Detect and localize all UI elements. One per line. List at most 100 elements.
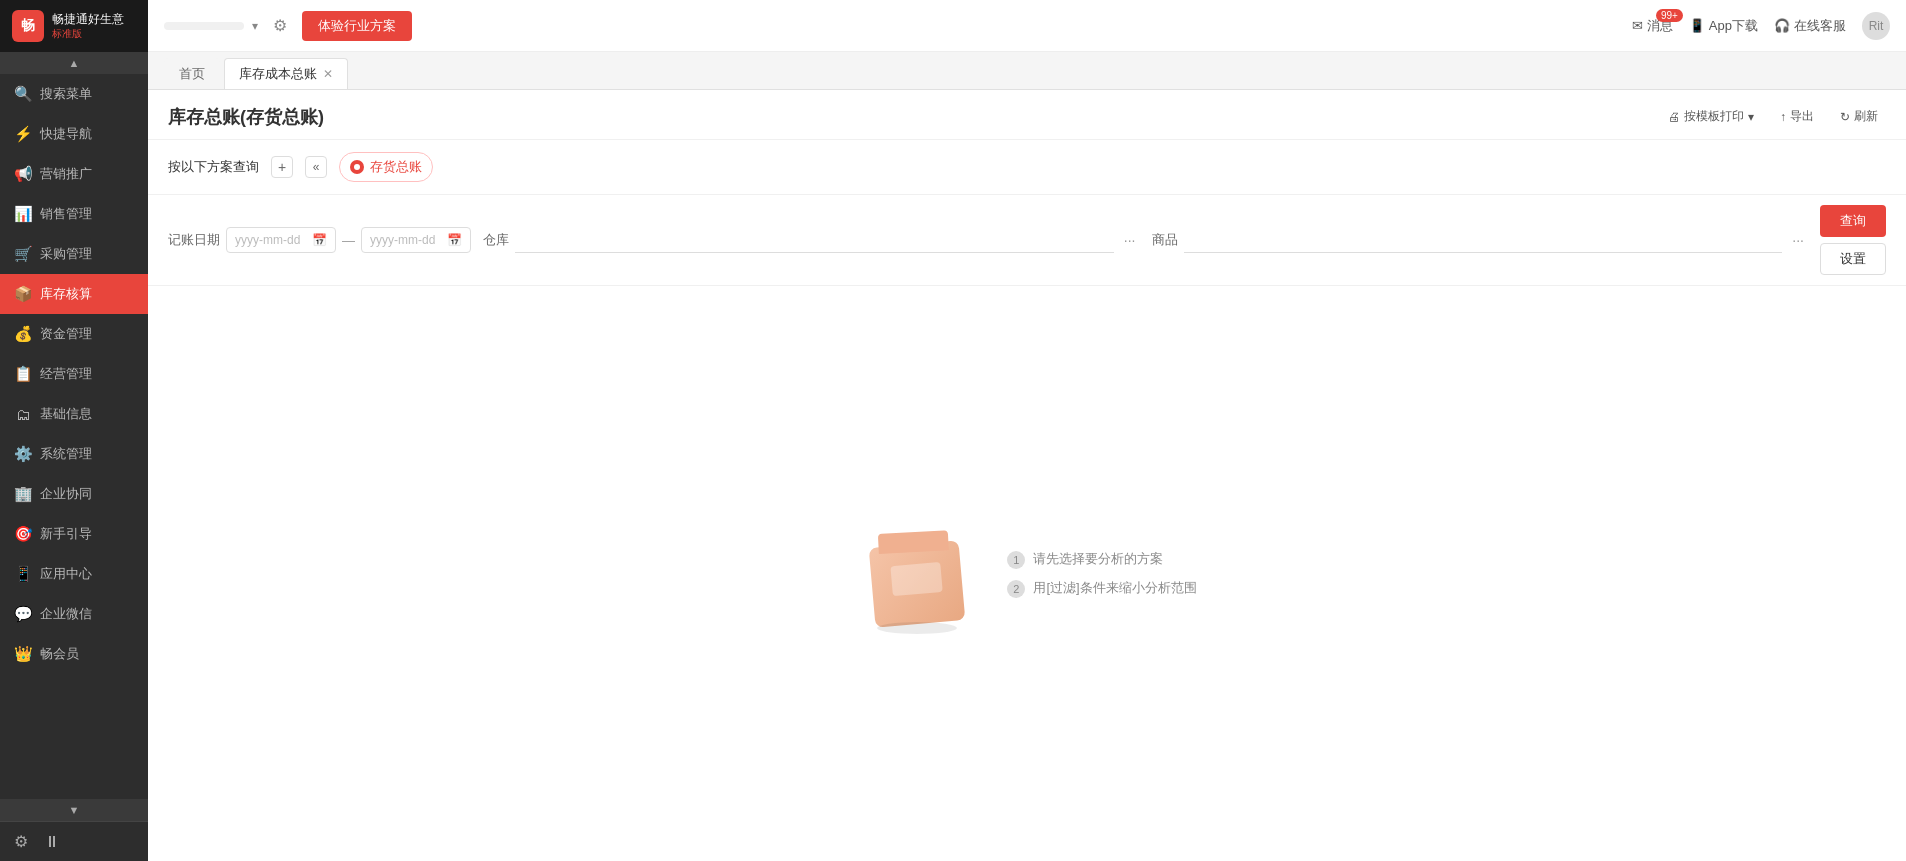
export-btn[interactable]: ↑ 导出 [1772,104,1822,129]
refresh-icon: ↻ [1840,110,1850,124]
member-icon: 👑 [14,645,32,663]
warehouse-input[interactable] [515,228,1114,253]
sidebar-scroll-down[interactable]: ▼ [0,799,148,821]
purchase-icon: 🛒 [14,245,32,263]
filter-bar-label: 按以下方案查询 [168,158,259,176]
topbar-arrow-icon[interactable]: ▾ [252,19,258,33]
system-icon: ⚙️ [14,445,32,463]
tip-num-2: 2 [1007,580,1025,598]
topbar-right: ✉ 消息 99+ 📱 App下载 🎧 在线客服 Rit [1632,12,1890,40]
settings-btn[interactable]: 设置 [1820,243,1886,275]
settings-icon[interactable]: ⚙ [14,832,28,851]
sidebar-item-inventory[interactable]: 📦 库存核算 [0,274,148,314]
add-scheme-btn[interactable]: + [271,156,293,178]
messages-btn[interactable]: ✉ 消息 99+ [1632,17,1673,35]
tab-inventory-label: 库存成本总账 [239,65,317,83]
sidebar-item-operations[interactable]: 📋 经营管理 [0,354,148,394]
tabbar: 首页 库存成本总账 ✕ [148,52,1906,90]
date-separator: — [342,233,355,248]
sidebar-item-basic-info[interactable]: 🗂 基础信息 [0,394,148,434]
sidebar-label-quick-nav: 快捷导航 [40,125,92,143]
sidebar-label-finance: 资金管理 [40,325,92,343]
tab-close-icon[interactable]: ✕ [323,68,333,80]
refresh-btn[interactable]: ↻ 刷新 [1832,104,1886,129]
message-icon: ✉ [1632,18,1643,33]
sidebar-item-search[interactable]: 🔍 搜索菜单 [0,74,148,114]
tab-home[interactable]: 首页 [164,58,220,89]
sidebar-item-newbie[interactable]: 🎯 新手引导 [0,514,148,554]
audio-icon[interactable]: ⏸ [44,833,60,851]
sidebar-item-system[interactable]: ⚙️ 系统管理 [0,434,148,474]
print-arrow-icon: ▾ [1748,110,1754,124]
warehouse-filter: 仓库 ··· [483,228,1140,253]
sidebar-item-app-center[interactable]: 📱 应用中心 [0,554,148,594]
sidebar-label-basic-info: 基础信息 [40,405,92,423]
calendar-start-icon: 📅 [312,233,327,247]
date-end-input[interactable]: yyyy-mm-dd 📅 [361,227,471,253]
sidebar-item-purchase[interactable]: 🛒 采购管理 [0,234,148,274]
collapse-filter-btn[interactable]: « [305,156,327,178]
page-header: 库存总账(存货总账) 🖨 按模板打印 ▾ ↑ 导出 ↻ 刷新 [148,90,1906,140]
nav-preview [164,22,244,30]
sidebar-item-corp-wechat[interactable]: 💬 企业微信 [0,594,148,634]
topbar-left: ▾ ⚙ 体验行业方案 [164,11,1620,41]
print-btn[interactable]: 🖨 按模板打印 ▾ [1660,104,1762,129]
empty-tips: 1 请先选择要分析的方案 2 用[过滤]条件来缩小分析范围 [1007,550,1196,598]
tip-text-2: 用[过滤]条件来缩小分析范围 [1033,579,1196,597]
sidebar-scroll-up[interactable]: ▲ [0,52,148,74]
online-support-btn[interactable]: 🎧 在线客服 [1774,17,1846,35]
sidebar-item-sales[interactable]: 📊 销售管理 [0,194,148,234]
sidebar-nav: 🔍 搜索菜单 ⚡ 快捷导航 📢 营销推广 📊 销售管理 🛒 采购管理 📦 库存核… [0,74,148,799]
tip-text-1: 请先选择要分析的方案 [1033,550,1163,568]
date-filter-label: 记账日期 [168,231,220,249]
sidebar-item-enterprise[interactable]: 🏢 企业协同 [0,474,148,514]
tip-num-1: 1 [1007,551,1025,569]
main-area: ▾ ⚙ 体验行业方案 ✉ 消息 99+ 📱 App下载 🎧 在线客服 Rit [148,0,1906,861]
scheme-item[interactable]: 存货总账 [339,152,433,182]
empty-state: 1 请先选择要分析的方案 2 用[过滤]条件来缩小分析范围 [148,286,1906,861]
goods-more-icon[interactable]: ··· [1788,232,1808,248]
empty-box-icon [869,540,966,628]
logo-icon: 畅 [12,10,44,42]
quick-nav-icon: ⚡ [14,125,32,143]
search-menu-icon: 🔍 [14,85,32,103]
topbar-gear-btn[interactable]: ⚙ [266,12,294,40]
sidebar-bottom: ⚙ ⏸ [0,821,148,861]
sidebar-label-app-center: 应用中心 [40,565,92,583]
enterprise-icon: 🏢 [14,485,32,503]
sidebar-label-enterprise: 企业协同 [40,485,92,503]
app-download-btn[interactable]: 📱 App下载 [1689,17,1758,35]
empty-tip-2: 2 用[过滤]条件来缩小分析范围 [1007,579,1196,598]
trial-industry-btn[interactable]: 体验行业方案 [302,11,412,41]
support-icon: 🎧 [1774,18,1790,33]
sidebar-label-corp-wechat: 企业微信 [40,605,92,623]
calendar-end-icon: 📅 [447,233,462,247]
sidebar-label-operations: 经营管理 [40,365,92,383]
topbar: ▾ ⚙ 体验行业方案 ✉ 消息 99+ 📱 App下载 🎧 在线客服 Rit [148,0,1906,52]
scheme-label: 存货总账 [370,158,422,176]
sidebar-label-marketing: 营销推广 [40,165,92,183]
warehouse-more-icon[interactable]: ··· [1120,232,1140,248]
tab-inventory-cost[interactable]: 库存成本总账 ✕ [224,58,348,89]
scheme-dot-icon [350,160,364,174]
corp-wechat-icon: 💬 [14,605,32,623]
sidebar-label-sales: 销售管理 [40,205,92,223]
query-btn[interactable]: 查询 [1820,205,1886,237]
sidebar-label-newbie: 新手引导 [40,525,92,543]
date-start-input[interactable]: yyyy-mm-dd 📅 [226,227,336,253]
empty-illustration [857,514,977,634]
goods-filter: 商品 ··· [1152,228,1809,253]
sales-icon: 📊 [14,205,32,223]
sidebar-item-finance[interactable]: 💰 资金管理 [0,314,148,354]
print-icon: 🖨 [1668,110,1680,124]
sidebar-item-member[interactable]: 👑 畅会员 [0,634,148,674]
user-avatar[interactable]: Rit [1862,12,1890,40]
sidebar-item-marketing[interactable]: 📢 营销推广 [0,154,148,194]
app-download-icon: 📱 [1689,18,1705,33]
date-filter: 记账日期 yyyy-mm-dd 📅 — yyyy-mm-dd 📅 [168,227,471,253]
sidebar-item-quick-nav[interactable]: ⚡ 快捷导航 [0,114,148,154]
app-center-icon: 📱 [14,565,32,583]
filter-actions: 查询 设置 [1820,205,1886,275]
goods-input[interactable] [1184,228,1783,253]
message-badge: 99+ [1656,9,1683,22]
